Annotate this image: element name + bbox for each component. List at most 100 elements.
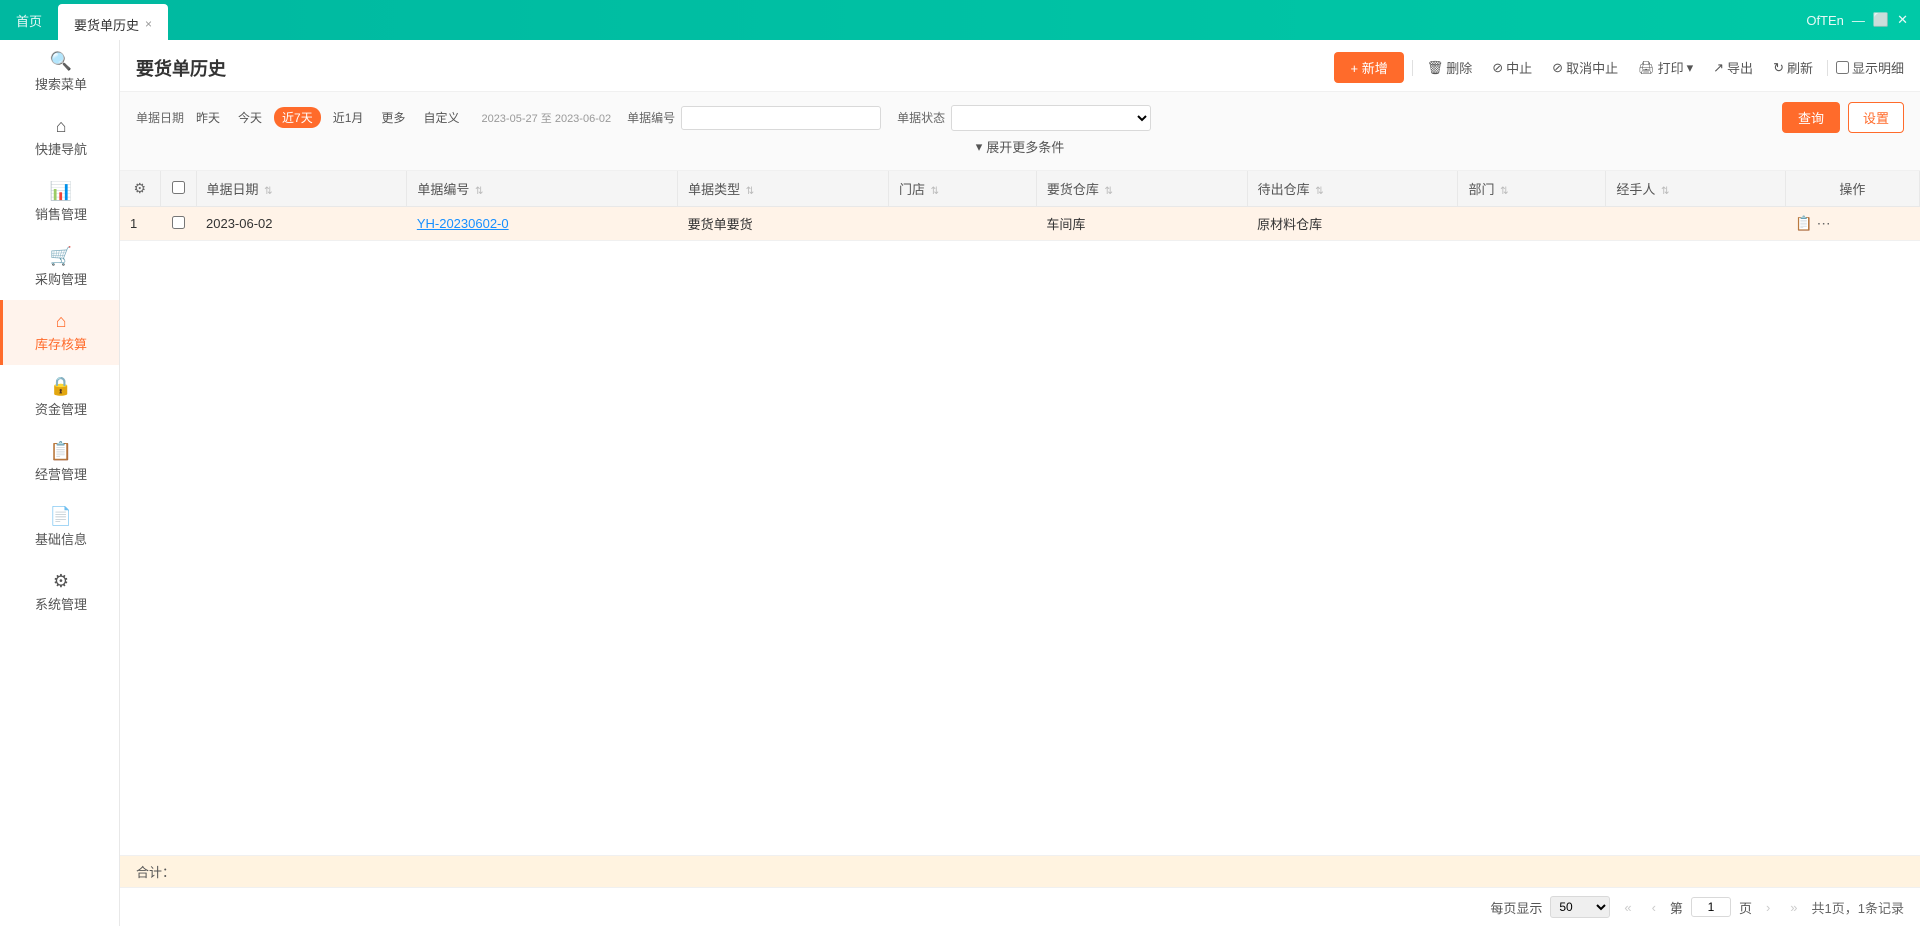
pagination-bar: 每页显示 10 20 50 100 « ‹ 第 页 › » 共1页，1条记录 <box>120 887 1920 926</box>
td-pending-warehouse: 原材料仓库 <box>1247 207 1458 241</box>
export-button[interactable]: ↗ 导出 <box>1707 54 1759 81</box>
sort-handler-icon[interactable]: ⇅ <box>1661 186 1669 197</box>
delete-label: 删除 <box>1446 58 1472 77</box>
doc-no-link[interactable]: YH-20230602-0 <box>417 216 509 231</box>
date-btn-today[interactable]: 今天 <box>232 107 268 128</box>
sidebar-item-finance-mgmt[interactable]: 🔒 资金管理 <box>0 365 119 430</box>
print-dropdown-icon: ▾ <box>1687 60 1694 76</box>
th-pending-warehouse-label: 待出仓库 <box>1258 182 1310 197</box>
sidebar-item-search-menu-label: 搜索菜单 <box>35 74 87 93</box>
new-button[interactable]: + 新增 <box>1334 52 1403 83</box>
th-doc-type-label: 单据类型 <box>688 182 740 197</box>
sidebar-item-search-menu[interactable]: 🔍 搜索菜单 <box>0 40 119 105</box>
last-page-button[interactable]: » <box>1784 898 1803 917</box>
window-close-icon[interactable]: ✕ <box>1897 12 1908 28</box>
th-doc-no-label: 单据编号 <box>417 182 469 197</box>
delete-button[interactable]: 🗑 删除 <box>1421 54 1479 81</box>
window-minimize-icon[interactable]: — <box>1852 13 1865 28</box>
doc-no-input[interactable] <box>681 106 881 130</box>
action-cell: 📋 ⋯ <box>1795 215 1909 232</box>
sort-doc-type-icon[interactable]: ⇅ <box>746 186 754 197</box>
first-page-button[interactable]: « <box>1618 898 1637 917</box>
next-page-button[interactable]: › <box>1760 898 1776 917</box>
display-detail-checkbox[interactable] <box>1836 61 1849 74</box>
window-maximize-icon[interactable]: ⬜ <box>1873 12 1889 28</box>
date-range-value: 2023-05-27 至 2023-06-02 <box>481 110 611 126</box>
td-operation: 📋 ⋯ <box>1785 207 1919 241</box>
delete-icon: 🗑 <box>1427 60 1444 76</box>
status-label: 单据状态 <box>897 109 945 126</box>
sort-department-icon[interactable]: ⇅ <box>1500 186 1508 197</box>
cancel-stop-button[interactable]: ⊘ 取消中止 <box>1546 54 1624 81</box>
cancel-stop-icon: ⊘ <box>1552 60 1563 76</box>
toolbar: + 新增 🗑 删除 ⊘ 中止 ⊘ 取消中止 🖨 打印 ▾ <box>1334 52 1904 83</box>
expand-more-label: 展开更多条件 <box>986 137 1064 156</box>
more-action-icon[interactable]: ⋯ <box>1817 215 1831 232</box>
sidebar-item-basic-info[interactable]: 📄 基础信息 <box>0 495 119 560</box>
sidebar-item-system-mgmt[interactable]: ⚙ 系统管理 <box>0 560 119 625</box>
edit-action-icon[interactable]: 📋 <box>1795 215 1812 232</box>
stop-button[interactable]: ⊘ 中止 <box>1486 54 1538 81</box>
purchase-mgmt-icon: 🛒 <box>50 247 72 265</box>
topbar: 首页 要货单历史 × OfTEn — ⬜ ✕ <box>0 0 1920 40</box>
sidebar-item-quick-nav-label: 快捷导航 <box>35 139 87 158</box>
date-btn-last7days[interactable]: 近7天 <box>274 107 321 128</box>
filter-area: 单据日期 昨天 今天 近7天 近1月 更多 自定义 2023-05-27 至 2… <box>120 92 1920 171</box>
date-btn-more[interactable]: 更多 <box>375 107 411 128</box>
select-all-checkbox[interactable] <box>172 181 185 194</box>
print-button[interactable]: 🖨 打印 ▾ <box>1632 54 1699 81</box>
page-label-prefix: 第 <box>1670 898 1683 917</box>
main-layout: 🔍 搜索菜单 ⌂ 快捷导航 📊 销售管理 🛒 采购管理 ⌂ 库存核算 🔒 资金管… <box>0 40 1920 926</box>
column-settings-icon[interactable]: ⚙ <box>133 180 146 196</box>
status-filter-group: 单据状态 <box>897 105 1151 131</box>
sidebar-item-quick-nav[interactable]: ⌂ 快捷导航 <box>0 105 119 170</box>
sidebar-item-operations-mgmt[interactable]: 📋 经营管理 <box>0 430 119 495</box>
sidebar-item-inventory-label: 库存核算 <box>35 334 87 353</box>
prev-page-button[interactable]: ‹ <box>1646 898 1662 917</box>
sort-store-icon[interactable]: ⇅ <box>931 186 939 197</box>
finance-mgmt-icon: 🔒 <box>50 377 72 395</box>
tab-close-icon[interactable]: × <box>145 17 152 31</box>
sort-doc-date-icon[interactable]: ⇅ <box>264 186 272 197</box>
td-checkbox <box>160 207 196 241</box>
date-btn-yesterday[interactable]: 昨天 <box>190 107 226 128</box>
date-btn-last1month[interactable]: 近1月 <box>327 107 370 128</box>
page-size-select[interactable]: 10 20 50 100 <box>1550 896 1610 918</box>
query-button[interactable]: 查询 <box>1782 102 1840 133</box>
tab-home-label: 首页 <box>16 11 42 30</box>
sidebar-item-inventory[interactable]: ⌂ 库存核算 <box>0 300 119 365</box>
th-req-warehouse: 要货仓库 ⇅ <box>1036 171 1247 207</box>
td-req-warehouse: 车间库 <box>1036 207 1247 241</box>
sort-doc-no-icon[interactable]: ⇅ <box>475 186 483 197</box>
sort-req-warehouse-icon[interactable]: ⇅ <box>1104 186 1112 197</box>
refresh-button[interactable]: ↻ 刷新 <box>1767 54 1819 81</box>
expand-more-icon: ▾ <box>976 139 983 155</box>
page-header: 要货单历史 + 新增 🗑 删除 ⊘ 中止 ⊘ 取消中止 🖨 打 <box>120 40 1920 92</box>
page-title: 要货单历史 <box>136 55 226 81</box>
page-size-label: 每页显示 <box>1490 898 1542 917</box>
status-select[interactable] <box>951 105 1151 131</box>
date-btn-custom[interactable]: 自定义 <box>417 107 465 128</box>
row-checkbox-1[interactable] <box>172 216 185 229</box>
print-icon: 🖨 <box>1638 60 1655 76</box>
tab-requisition-history[interactable]: 要货单历史 × <box>58 4 168 44</box>
page-number-input[interactable] <box>1691 897 1731 917</box>
display-detail-label: 显示明细 <box>1852 58 1904 77</box>
table-head: ⚙ 单据日期 ⇅ 单据编号 ⇅ <box>120 171 1920 207</box>
settings-button[interactable]: 设置 <box>1848 102 1904 133</box>
topbar-right: OfTEn — ⬜ ✕ <box>1806 12 1920 28</box>
td-handler <box>1606 207 1785 241</box>
sidebar-item-finance-mgmt-label: 资金管理 <box>35 399 87 418</box>
inventory-icon: ⌂ <box>56 312 67 330</box>
expand-more-button[interactable]: ▾ 展开更多条件 <box>136 133 1904 160</box>
sidebar-item-sales-mgmt[interactable]: 📊 销售管理 <box>0 170 119 235</box>
page-label-suffix: 页 <box>1739 898 1752 917</box>
sort-pending-warehouse-icon[interactable]: ⇅ <box>1315 186 1323 197</box>
stop-label: 中止 <box>1506 58 1532 77</box>
export-label: 导出 <box>1727 58 1753 77</box>
sidebar-item-purchase-mgmt[interactable]: 🛒 采购管理 <box>0 235 119 300</box>
display-detail-toggle[interactable]: 显示明细 <box>1836 58 1904 77</box>
tab-home[interactable]: 首页 <box>0 0 58 40</box>
operations-mgmt-icon: 📋 <box>50 442 72 460</box>
th-settings: ⚙ <box>120 171 160 207</box>
